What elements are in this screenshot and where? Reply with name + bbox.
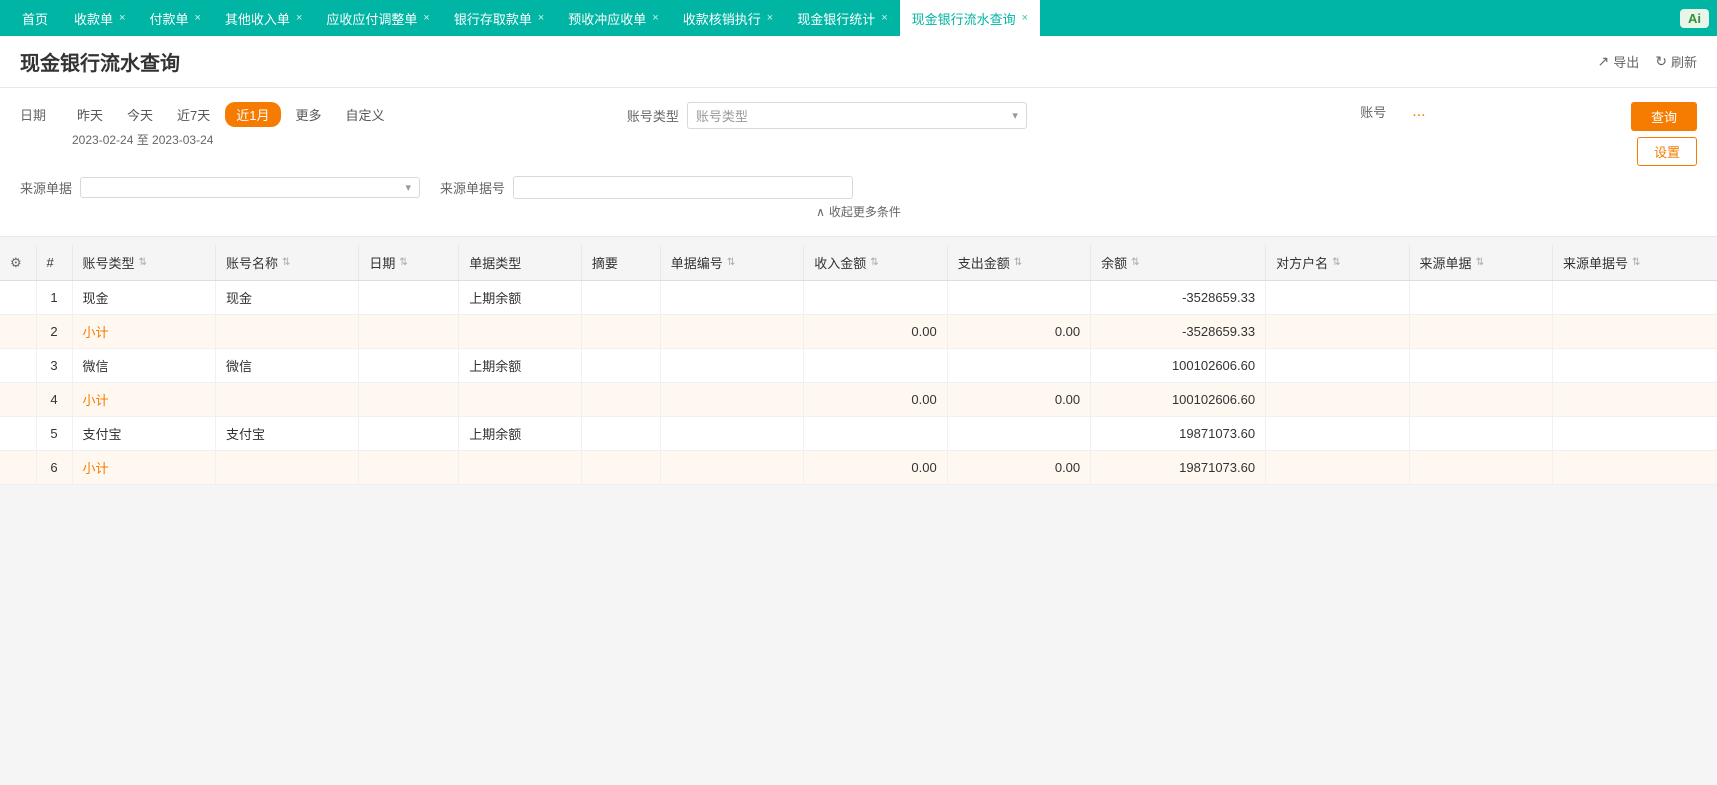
close-tab-4[interactable]: × <box>538 12 544 24</box>
sort-account-name-icon: ⇅ <box>282 257 290 268</box>
date-btn-yesterday[interactable]: 昨天 <box>68 102 112 127</box>
sort-source-doc-no-icon: ⇅ <box>1632 257 1640 268</box>
table-row: 1现金现金上期余额-3528659.33 <box>0 281 1717 315</box>
close-tab-2[interactable]: × <box>296 12 302 24</box>
column-settings-icon[interactable]: ⚙ <box>10 255 22 270</box>
close-tab-3[interactable]: × <box>423 12 429 24</box>
ai-badge[interactable]: Ai <box>1680 9 1709 28</box>
sort-source-doc-icon: ⇅ <box>1476 257 1484 268</box>
source-doc-label: 来源单据 <box>20 178 72 197</box>
nav-tab-2[interactable]: 其他收入单 × <box>213 0 314 36</box>
th-expense[interactable]: 支出金额 ⇅ <box>947 245 1090 281</box>
nav-tab-8[interactable]: 现金银行流水查询 × <box>900 0 1040 36</box>
th-doc-no[interactable]: 单据编号 ⇅ <box>660 245 803 281</box>
close-tab-1[interactable]: × <box>194 12 200 24</box>
th-num: # <box>36 245 72 281</box>
export-icon: ↗ <box>1598 53 1610 70</box>
top-navigation: 首页 收款单 × 付款单 × 其他收入单 × 应收应付调整单 × 银行存取款单 … <box>0 0 1717 36</box>
source-doc-chevron-icon: ▾ <box>405 181 411 194</box>
account-ellipsis-button[interactable]: ... <box>1408 103 1429 121</box>
account-type-select[interactable]: 账号类型 ▾ <box>687 102 1027 129</box>
page-title: 现金银行流水查询 <box>20 47 180 76</box>
th-income[interactable]: 收入金额 ⇅ <box>804 245 947 281</box>
th-source-doc[interactable]: 来源单据 ⇅ <box>1409 245 1552 281</box>
data-table: ⚙ # 账号类型 ⇅ 账号名称 ⇅ 日期 <box>0 245 1717 485</box>
account-type-chevron-icon: ▾ <box>1012 109 1018 122</box>
source-doc-no-input[interactable] <box>513 176 853 199</box>
sort-counterparty-icon: ⇅ <box>1332 257 1340 268</box>
table-header-row: ⚙ # 账号类型 ⇅ 账号名称 ⇅ 日期 <box>0 245 1717 281</box>
sort-date-icon: ⇅ <box>399 257 407 268</box>
nav-home[interactable]: 首页 <box>8 0 62 36</box>
date-btn-custom[interactable]: 自定义 <box>337 102 394 127</box>
account-label: 账号 <box>1360 102 1400 121</box>
nav-tab-5[interactable]: 预收冲应收单 × <box>556 0 670 36</box>
date-range-display: 2023-02-24 至 2023-03-24 <box>72 131 213 148</box>
table-container: ⚙ # 账号类型 ⇅ 账号名称 ⇅ 日期 <box>0 245 1717 485</box>
source-doc-select[interactable]: ▾ <box>80 177 420 198</box>
sort-income-icon: ⇅ <box>870 257 878 268</box>
th-account-type[interactable]: 账号类型 ⇅ <box>72 245 215 281</box>
table-row: 5支付宝支付宝上期余额19871073.60 <box>0 417 1717 451</box>
table-row: 2小计0.000.00-3528659.33 <box>0 315 1717 349</box>
settings-button[interactable]: 设置 <box>1637 137 1697 166</box>
close-tab-7[interactable]: × <box>881 12 887 24</box>
date-btn-more[interactable]: 更多 <box>287 102 331 127</box>
close-tab-8[interactable]: × <box>1022 12 1028 24</box>
date-btn-7days[interactable]: 近7天 <box>168 102 219 127</box>
th-counterparty[interactable]: 对方户名 ⇅ <box>1266 245 1409 281</box>
nav-tab-0[interactable]: 收款单 × <box>62 0 137 36</box>
page-header: 现金银行流水查询 ↗ 导出 ↻ 刷新 <box>0 36 1717 88</box>
sort-doc-no-icon: ⇅ <box>727 257 735 268</box>
filter-area: 日期 昨天 今天 近7天 近1月 更多 自定义 2023-02-24 至 202… <box>0 88 1717 237</box>
table-body: 1现金现金上期余额-3528659.332小计0.000.00-3528659.… <box>0 281 1717 485</box>
th-doc-type: 单据类型 <box>459 245 582 281</box>
query-button[interactable]: 查询 <box>1631 102 1697 131</box>
nav-tab-1[interactable]: 付款单 × <box>137 0 212 36</box>
date-btn-1month[interactable]: 近1月 <box>225 102 280 127</box>
table-row: 4小计0.000.00100102606.60 <box>0 383 1717 417</box>
sort-balance-icon: ⇅ <box>1131 257 1139 268</box>
table-row: 3微信微信上期余额100102606.60 <box>0 349 1717 383</box>
export-button[interactable]: ↗ 导出 <box>1598 52 1640 71</box>
th-source-doc-no[interactable]: 来源单据号 ⇅ <box>1553 245 1717 281</box>
collapse-chevron-icon: ∧ <box>816 205 825 219</box>
source-doc-no-label: 来源单据号 <box>440 178 505 197</box>
date-label: 日期 <box>20 105 60 124</box>
refresh-icon: ↻ <box>1655 53 1667 70</box>
th-summary: 摘要 <box>581 245 660 281</box>
th-gear: ⚙ <box>0 245 36 281</box>
th-account-name[interactable]: 账号名称 ⇅ <box>215 245 358 281</box>
close-tab-5[interactable]: × <box>652 12 658 24</box>
collapse-bar[interactable]: ∧ 收起更多条件 <box>20 199 1697 222</box>
nav-tab-3[interactable]: 应收应付调整单 × <box>314 0 441 36</box>
account-type-label: 账号类型 <box>627 106 679 125</box>
close-tab-6[interactable]: × <box>767 12 773 24</box>
nav-tab-7[interactable]: 现金银行统计 × <box>785 0 899 36</box>
close-tab-0[interactable]: × <box>119 12 125 24</box>
nav-tab-4[interactable]: 银行存取款单 × <box>442 0 556 36</box>
sort-account-type-icon: ⇅ <box>139 257 147 268</box>
date-btn-today[interactable]: 今天 <box>118 102 162 127</box>
refresh-button[interactable]: ↻ 刷新 <box>1655 52 1697 71</box>
header-actions: ↗ 导出 ↻ 刷新 <box>1598 52 1698 71</box>
table-row: 6小计0.000.0019871073.60 <box>0 451 1717 485</box>
nav-tab-6[interactable]: 收款核销执行 × <box>671 0 785 36</box>
th-date[interactable]: 日期 ⇅ <box>359 245 459 281</box>
date-options: 昨天 今天 近7天 近1月 更多 自定义 <box>68 102 394 127</box>
sort-expense-icon: ⇅ <box>1014 257 1022 268</box>
th-balance[interactable]: 余额 ⇅ <box>1091 245 1266 281</box>
